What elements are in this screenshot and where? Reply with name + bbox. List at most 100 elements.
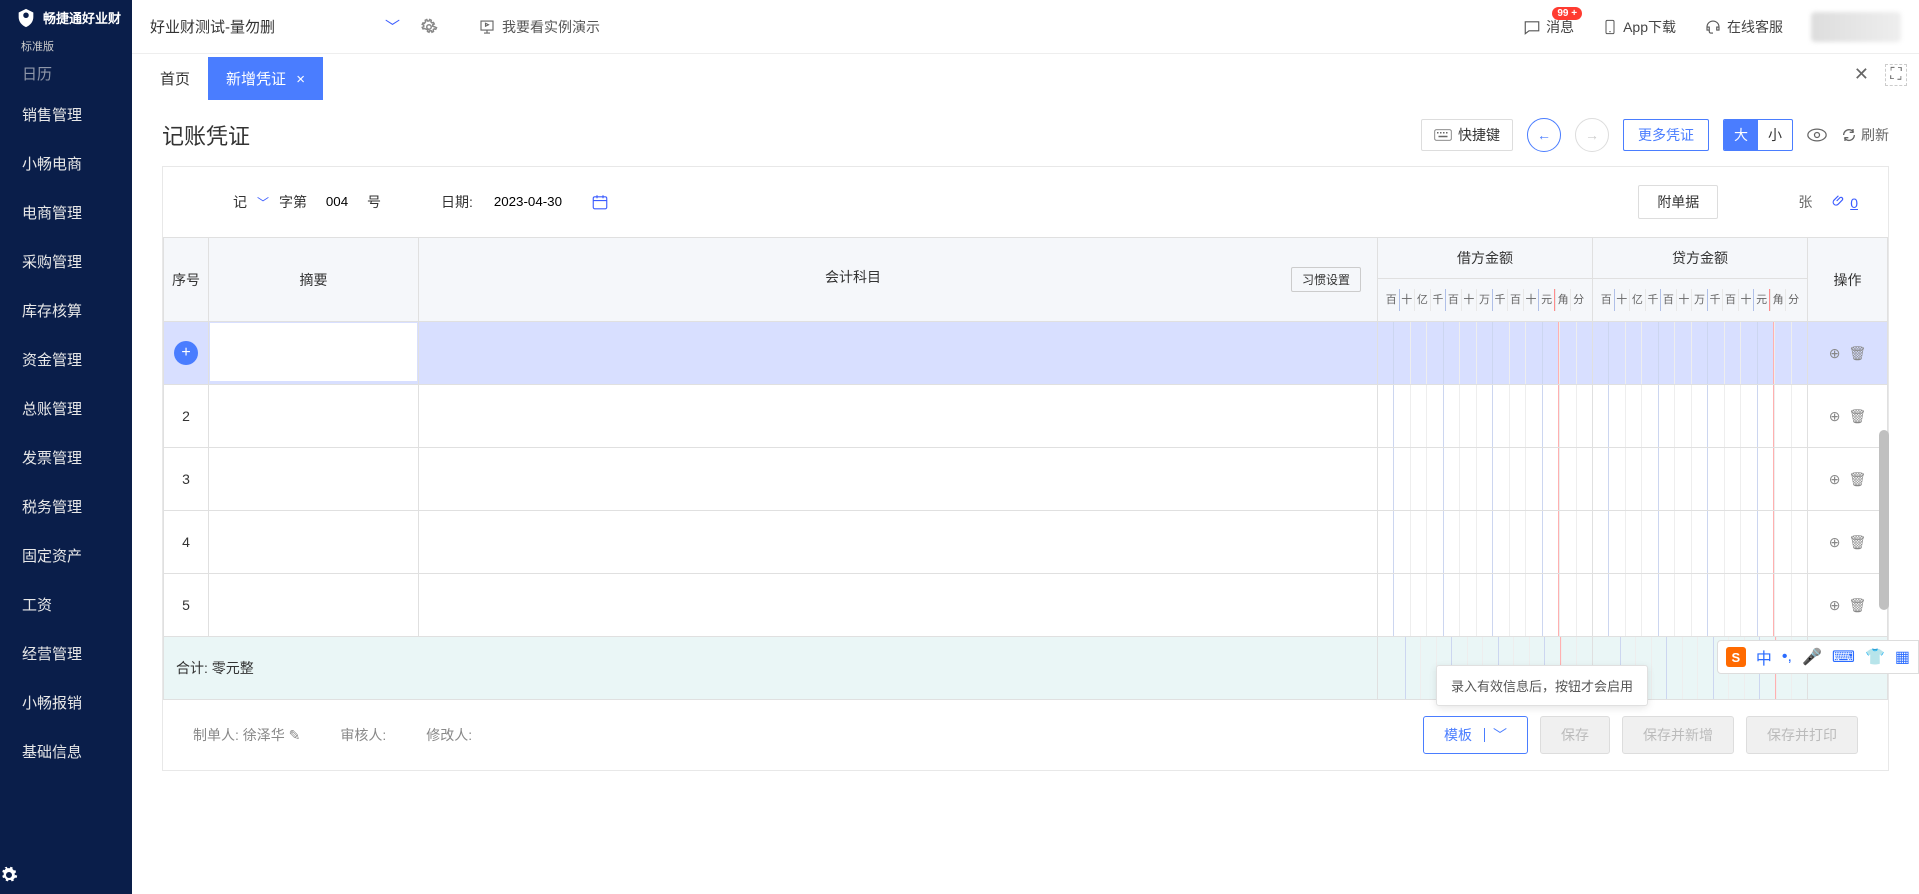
ime-toolbar[interactable]: S 中 •, 🎤 ⌨ 👕 ▦	[1717, 640, 1919, 674]
ime-punct-icon[interactable]: •,	[1782, 648, 1792, 666]
messages-button[interactable]: 消息 99 +	[1523, 17, 1574, 37]
credit-cell[interactable]	[1593, 322, 1808, 385]
summary-cell[interactable]	[209, 322, 419, 385]
table-row[interactable]: + ⊕ 🗑	[164, 322, 1888, 385]
debit-cell[interactable]	[1378, 574, 1593, 637]
sidebar-settings[interactable]	[0, 866, 132, 884]
attach-button[interactable]: 附单据	[1638, 185, 1718, 219]
credit-cell[interactable]	[1593, 574, 1808, 637]
voucher-number-input[interactable]	[317, 194, 357, 210]
debit-cell[interactable]	[1378, 511, 1593, 574]
table-row[interactable]: 4⊕🗑	[164, 511, 1888, 574]
summary-cell[interactable]	[209, 511, 419, 574]
voucher-prefix[interactable]: 记	[233, 192, 247, 212]
voucher-card: 记 ﹀ 字第 号 日期: 附单据 张 0 序号 摘要	[162, 166, 1889, 771]
summary-cell[interactable]	[209, 448, 419, 511]
preview-button[interactable]	[1807, 127, 1827, 143]
credit-cell[interactable]	[1593, 448, 1808, 511]
delete-row-icon[interactable]: 🗑	[1848, 345, 1866, 362]
subject-cell[interactable]	[419, 574, 1378, 637]
delete-row-icon[interactable]: 🗑	[1848, 597, 1866, 614]
subject-cell[interactable]	[419, 322, 1378, 385]
ime-skin-icon[interactable]: 👕	[1865, 647, 1885, 667]
sidebar-item-asset[interactable]: 固定资产	[0, 531, 132, 580]
sidebar-item-basic[interactable]: 基础信息	[0, 727, 132, 776]
copy-row-icon[interactable]: ⊕	[1829, 471, 1841, 488]
sidebar-item-salary[interactable]: 工资	[0, 580, 132, 629]
table-row[interactable]: 5⊕🗑	[164, 574, 1888, 637]
table-row[interactable]: 2⊕🗑	[164, 385, 1888, 448]
sidebar-item-biz[interactable]: 经营管理	[0, 629, 132, 678]
table-row[interactable]: 3⊕🗑	[164, 448, 1888, 511]
action-cell: ⊕🗑	[1808, 385, 1888, 448]
size-small-button[interactable]: 小	[1758, 120, 1792, 150]
habit-settings-button[interactable]: 习惯设置	[1291, 267, 1361, 292]
summary-input[interactable]	[210, 323, 417, 381]
calendar-icon[interactable]	[591, 193, 609, 211]
sidebar-item-invoice[interactable]: 发票管理	[0, 433, 132, 482]
delete-row-icon[interactable]: 🗑	[1848, 471, 1866, 488]
size-big-button[interactable]: 大	[1724, 120, 1758, 150]
customer-service-button[interactable]: 在线客服	[1704, 17, 1783, 37]
demo-link[interactable]: 我要看实例演示	[478, 17, 600, 37]
ime-keyboard-icon[interactable]: ⌨	[1832, 647, 1855, 667]
debit-cell[interactable]	[1378, 448, 1593, 511]
subject-cell[interactable]	[419, 385, 1378, 448]
sidebar-item-ecom-mgmt[interactable]: 电商管理	[0, 188, 132, 237]
settings-icon[interactable]	[420, 18, 438, 36]
voucher-meta: 记 ﹀ 字第 号 日期: 附单据 张 0	[163, 167, 1888, 237]
scrollbar-thumb[interactable]	[1879, 430, 1889, 610]
sidebar-item-tax[interactable]: 税务管理	[0, 482, 132, 531]
sidebar-item-expense[interactable]: 小畅报销	[0, 678, 132, 727]
date-input[interactable]	[483, 194, 573, 210]
more-vouchers-button[interactable]: 更多凭证	[1623, 119, 1709, 151]
th-action: 操作	[1808, 238, 1888, 322]
sidebar-item-sales[interactable]: 销售管理	[0, 90, 132, 139]
prev-voucher-button[interactable]: ←	[1527, 118, 1561, 152]
attachment-count[interactable]: 0	[1832, 194, 1858, 211]
copy-row-icon[interactable]: ⊕	[1829, 597, 1841, 614]
sidebar-item-gl[interactable]: 总账管理	[0, 384, 132, 433]
sidebar-item-cut[interactable]: 日历	[0, 63, 132, 90]
tab-new-voucher[interactable]: 新增凭证 ×	[208, 57, 323, 100]
edit-icon[interactable]: ✎	[289, 727, 301, 743]
debit-cell[interactable]	[1378, 322, 1593, 385]
copy-row-icon[interactable]: ⊕	[1829, 408, 1841, 425]
copy-row-icon[interactable]: ⊕	[1829, 345, 1841, 362]
close-all-tabs[interactable]: ✕	[1854, 64, 1869, 85]
avatar[interactable]	[1811, 12, 1901, 42]
debit-cell[interactable]	[1378, 385, 1593, 448]
tab-home[interactable]: 首页	[142, 57, 208, 100]
template-button[interactable]: 模板 ﹀	[1423, 716, 1528, 754]
sidebar-item-ecom-xc[interactable]: 小畅电商	[0, 139, 132, 188]
delete-row-icon[interactable]: 🗑	[1848, 408, 1866, 425]
ime-lang[interactable]: 中	[1756, 645, 1772, 669]
delete-row-icon[interactable]: 🗑	[1848, 534, 1866, 551]
summary-cell[interactable]	[209, 385, 419, 448]
sidebar-item-fund[interactable]: 资金管理	[0, 335, 132, 384]
attachment-number: 0	[1850, 195, 1858, 211]
refresh-button[interactable]: 刷新	[1841, 125, 1889, 145]
ime-grid-icon[interactable]: ▦	[1895, 647, 1910, 667]
subject-cell[interactable]	[419, 511, 1378, 574]
summary-cell[interactable]	[209, 574, 419, 637]
close-icon[interactable]: ×	[296, 71, 305, 88]
ime-sogou-icon: S	[1726, 647, 1746, 667]
credit-digits: 百十亿千百十万千百十元角分	[1593, 279, 1808, 322]
subject-cell[interactable]	[419, 448, 1378, 511]
size-toggle: 大 小	[1723, 119, 1793, 151]
next-voucher-button[interactable]: →	[1575, 118, 1609, 152]
org-selector[interactable]: 好业财测试-量勿删 ﹀	[150, 16, 400, 37]
credit-cell[interactable]	[1593, 385, 1808, 448]
shortcut-button[interactable]: 快捷键	[1421, 119, 1513, 151]
credit-cell[interactable]	[1593, 511, 1808, 574]
fullscreen-icon[interactable]: ⛶	[1885, 64, 1907, 86]
app-download-button[interactable]: App下载	[1602, 17, 1676, 37]
add-row-button[interactable]: +	[174, 341, 198, 365]
sidebar-item-purchase[interactable]: 采购管理	[0, 237, 132, 286]
copy-row-icon[interactable]: ⊕	[1829, 534, 1841, 551]
sidebar-item-inventory[interactable]: 库存核算	[0, 286, 132, 335]
total-label: 合计:	[176, 660, 208, 676]
ime-mic-icon[interactable]: 🎤	[1802, 647, 1822, 667]
chevron-down-icon[interactable]: ﹀	[257, 194, 269, 211]
